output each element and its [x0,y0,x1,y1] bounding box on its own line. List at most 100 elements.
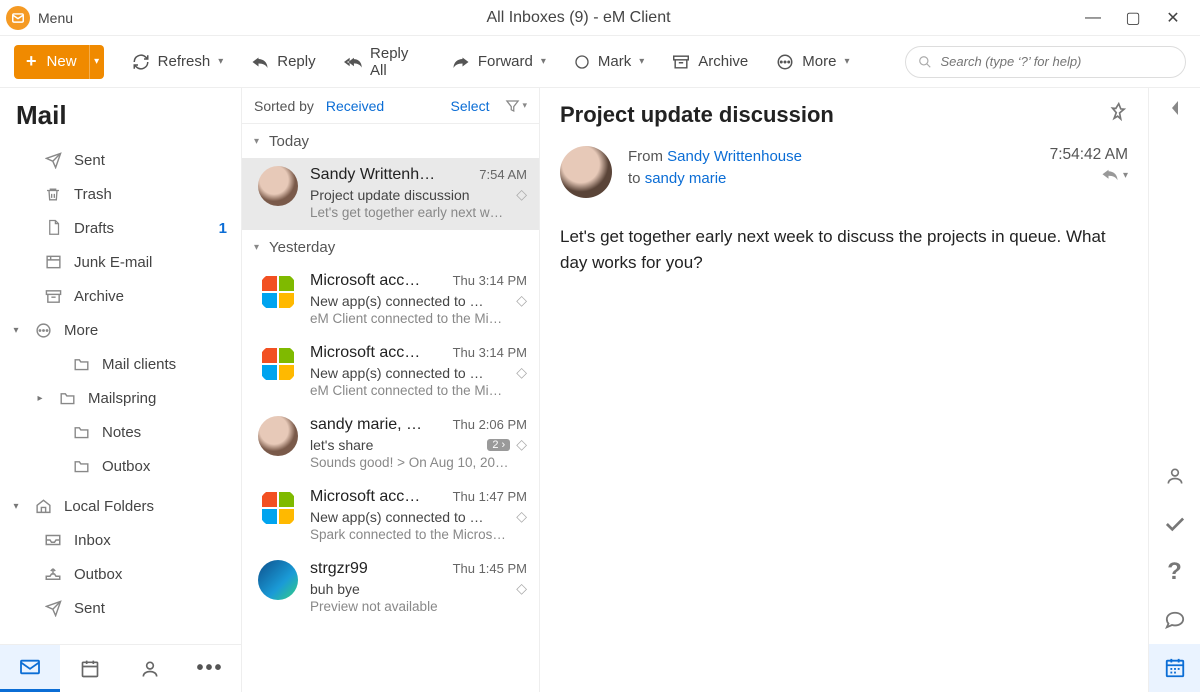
mark-button[interactable]: Mark ▾ [574,53,644,70]
flag-icon[interactable]: ◇ [516,292,527,309]
folder-label: Sent [74,152,105,169]
chevron-left-icon [1169,99,1181,117]
new-button-dropdown[interactable]: ▾ [89,45,104,79]
folder-drafts[interactable]: Drafts 1 [0,211,241,245]
sender-avatar [258,344,298,384]
outbox-icon [44,565,62,583]
message-item[interactable]: sandy marie, …Thu 2:06 PMlet's share2 ›◇… [242,408,539,480]
flag-icon[interactable]: ◇ [516,364,527,381]
search-box[interactable] [905,46,1186,78]
folder-count: 1 [219,220,227,237]
folder-label: Sent [74,600,105,617]
message-subject: let's share [310,437,481,453]
message-from: strgzr99 [310,560,368,578]
folder-sent[interactable]: Sent [0,143,241,177]
local-sent[interactable]: Sent [0,591,241,625]
folder-more-group[interactable]: ▾ More [0,313,241,347]
sort-field-button[interactable]: Received [326,98,384,114]
chevron-right-icon[interactable]: ▸ [34,393,46,404]
flag-icon[interactable]: ◇ [516,436,527,453]
new-button[interactable]: + New ▾ [14,45,104,79]
group-label: Today [269,133,309,150]
list-group-header[interactable]: ▾Yesterday [242,230,539,264]
contacts-tab[interactable] [120,645,180,692]
tasks-panel-button[interactable] [1149,500,1200,548]
pin-button[interactable] [1105,99,1131,125]
nav-switcher: ••• [0,644,241,692]
folder-notes[interactable]: ▸ Notes [0,415,241,449]
message-preview: Let's get together early next w… [310,205,527,220]
local-inbox[interactable]: Inbox [0,523,241,557]
message-item[interactable]: Sandy Writtenho…7:54 AMProject update di… [242,158,539,230]
folder-mail-clients[interactable]: ▸ Mail clients [0,347,241,381]
select-button[interactable]: Select [451,98,490,114]
help-button[interactable]: ? [1149,548,1200,596]
folder-archive[interactable]: Archive [0,279,241,313]
search-input[interactable] [940,54,1173,69]
filter-icon [505,99,520,113]
maximize-button[interactable]: ▢ [1124,8,1142,28]
more-button[interactable]: More ▾ [776,53,849,71]
folder-label: Junk E-mail [74,254,152,271]
calendar-tab[interactable] [60,645,120,692]
sender-avatar [258,560,298,600]
nav-title: Mail [0,88,241,137]
chevron-down-icon: ▾ [541,56,546,67]
folder-label: Inbox [74,532,111,549]
mark-label: Mark [598,53,631,70]
collapse-sidebar-button[interactable] [1149,88,1200,128]
message-item[interactable]: Microsoft acc…Thu 3:14 PMNew app(s) conn… [242,264,539,336]
plus-icon: + [14,51,47,72]
to-line: to sandy marie [628,168,1034,190]
folder-icon [72,457,90,475]
more-label: More [802,53,836,70]
forward-label: Forward [478,53,533,70]
reply-icon [1101,168,1119,182]
folder-mailspring[interactable]: ▸ Mailspring [0,381,241,415]
to-link[interactable]: sandy marie [645,170,727,187]
message-from: Microsoft acc… [310,344,420,362]
message-time: Thu 1:45 PM [447,561,527,576]
more-icon [776,53,794,71]
reply-dropdown[interactable]: ▾ [1101,168,1128,182]
message-preview: Sounds good! > On Aug 10, 20… [310,455,527,470]
chat-panel-button[interactable] [1149,596,1200,644]
reply-button[interactable]: Reply [251,53,315,70]
message-from: Microsoft acc… [310,272,420,290]
sender-avatar [258,166,298,206]
message-item[interactable]: Microsoft acc…Thu 3:14 PMNew app(s) conn… [242,336,539,408]
folder-label: Trash [74,186,112,203]
reply-all-button[interactable]: Reply All [344,45,424,79]
app-logo-icon [6,6,30,30]
close-button[interactable]: ✕ [1164,8,1182,28]
message-item[interactable]: Microsoft acc…Thu 1:47 PMNew app(s) conn… [242,480,539,552]
flag-icon[interactable]: ◇ [516,508,527,525]
sender-avatar [258,416,298,456]
folder-outbox-more[interactable]: ▸ Outbox [0,449,241,483]
mail-tab[interactable] [0,645,60,692]
window-title: All Inboxes (9) - eM Client [73,9,1084,27]
message-list[interactable]: ▾TodaySandy Writtenho…7:54 AMProject upd… [242,124,539,692]
message-item[interactable]: strgzr99Thu 1:45 PMbuh bye◇Preview not a… [242,552,539,624]
message-time: Thu 2:06 PM [447,417,527,432]
filter-button[interactable]: ▾ [505,99,527,113]
agenda-panel-button[interactable] [1149,644,1200,692]
archive-button[interactable]: Archive [672,53,748,70]
refresh-button[interactable]: Refresh ▾ [132,53,224,71]
menu-button[interactable]: Menu [38,10,73,26]
from-link[interactable]: Sandy Writtenhouse [667,148,802,165]
reply-all-icon [344,54,362,70]
more-tab[interactable]: ••• [180,645,240,692]
local-outbox[interactable]: Outbox [0,557,241,591]
flag-icon[interactable]: ◇ [516,580,527,597]
minimize-button[interactable]: — [1084,9,1102,27]
folder-junk[interactable]: Junk E-mail [0,245,241,279]
folder-trash[interactable]: Trash [0,177,241,211]
local-folders-group[interactable]: ▾ Local Folders [0,489,241,523]
folder-pane: Mail Sent Trash Drafts 1 Junk E-mail [0,88,242,692]
list-group-header[interactable]: ▾Today [242,124,539,158]
contacts-panel-button[interactable] [1149,452,1200,500]
forward-button[interactable]: Forward ▾ [452,53,546,70]
folder-label: Outbox [74,566,122,583]
flag-icon[interactable]: ◇ [516,186,527,203]
